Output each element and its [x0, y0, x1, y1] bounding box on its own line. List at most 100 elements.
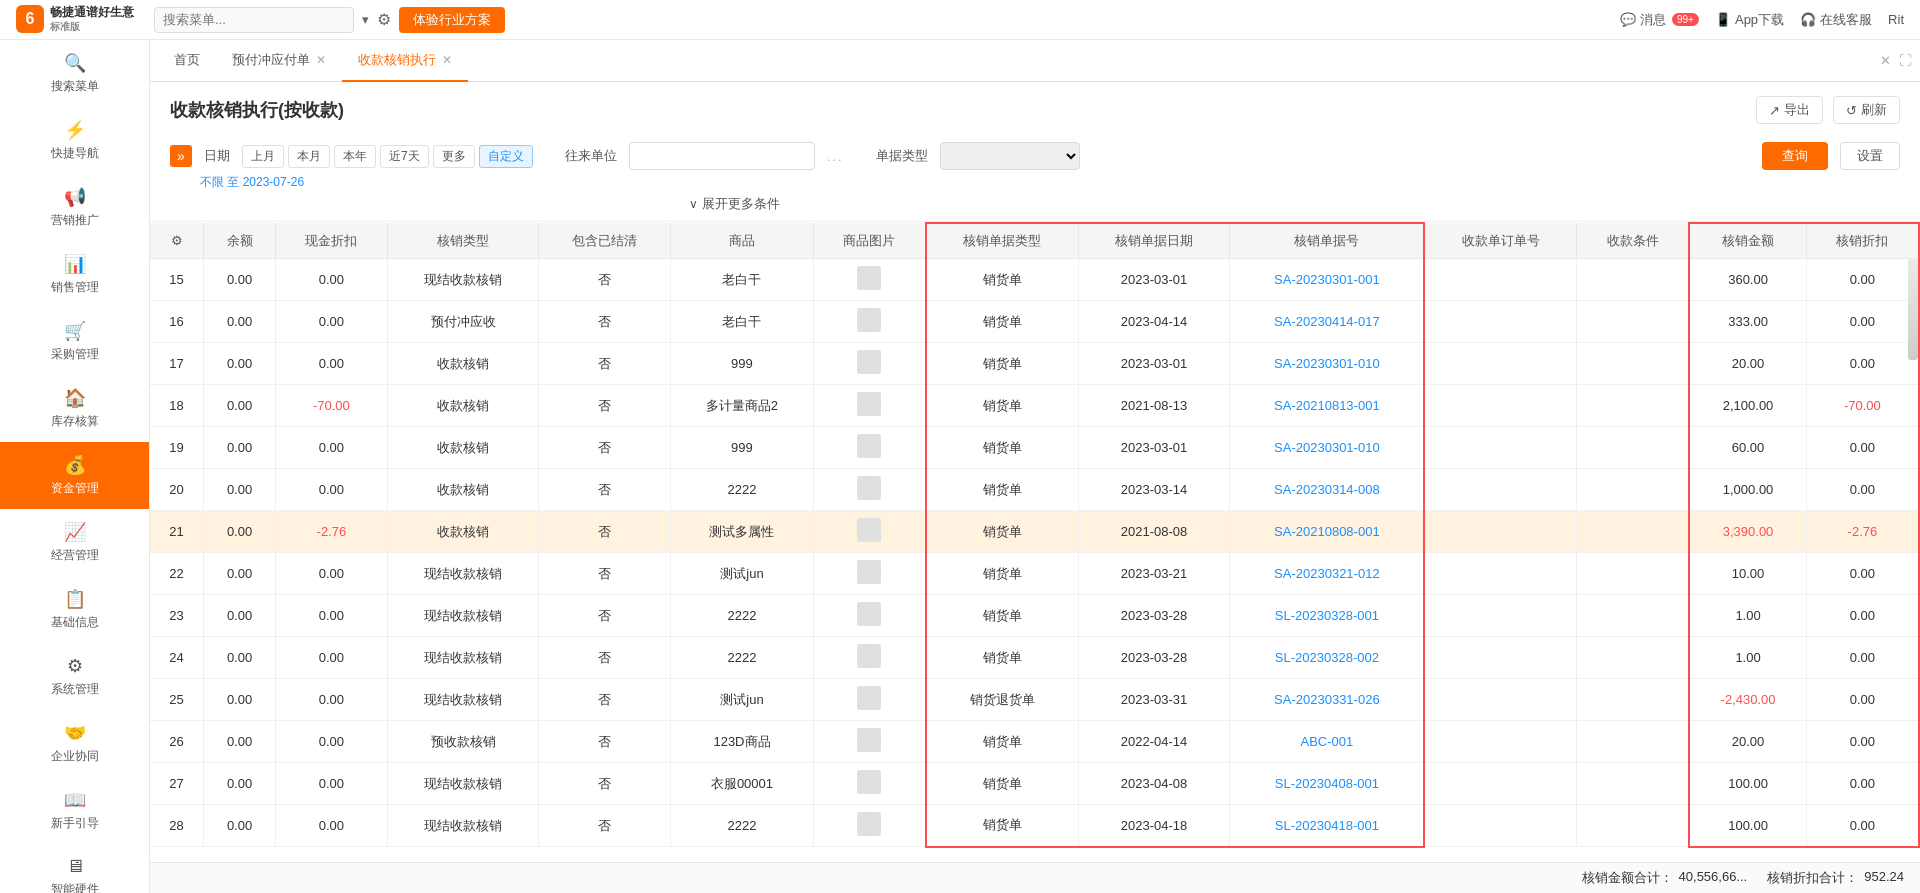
sidebar-item-operation[interactable]: 📈 经营管理 — [0, 509, 149, 576]
export-button[interactable]: ↗ 导出 — [1756, 96, 1823, 124]
date-btn-more[interactable]: 更多 — [433, 145, 475, 168]
data-table: ⚙ 余额 现金折扣 核销类型 包含已结清 商品 商品图片 核销单据类型 核销单据… — [150, 222, 1920, 848]
cell-writeoff-date: 2023-03-01 — [1078, 259, 1230, 301]
cell-cash-discount: 0.00 — [276, 259, 388, 301]
dropdown-icon[interactable]: ▾ — [362, 12, 369, 27]
cell-goods: 老白干 — [671, 301, 814, 343]
tab-writeoff-label: 收款核销执行 — [358, 51, 436, 69]
cell-balance: 0.00 — [204, 763, 276, 805]
cell-receipt-cond — [1577, 343, 1690, 385]
message-link[interactable]: 💬 消息 99+ — [1620, 11, 1699, 29]
cell-writeoff-amt: 100.00 — [1689, 763, 1806, 805]
industry-btn[interactable]: 体验行业方案 — [399, 7, 505, 33]
tab-expand-icon[interactable]: ⛶ — [1899, 53, 1912, 68]
cell-receipt-cond — [1577, 595, 1690, 637]
app-download-link[interactable]: 📱 App下载 — [1715, 11, 1784, 29]
cell-writeoff-type: 销货单 — [926, 637, 1078, 679]
cell-receipt-cond — [1577, 553, 1690, 595]
sidebar-item-quicknav[interactable]: ⚡ 快捷导航 — [0, 107, 149, 174]
cell-goods-img — [813, 469, 926, 511]
date-btn-7days[interactable]: 近7天 — [380, 145, 429, 168]
col-seq: ⚙ — [150, 223, 204, 259]
receipt-type-select[interactable] — [940, 142, 1080, 170]
tab-writeoff-close[interactable]: ✕ — [442, 53, 452, 67]
from-unit-input[interactable] — [629, 142, 815, 170]
sidebar-item-marketing[interactable]: 📢 营销推广 — [0, 174, 149, 241]
page-content: 收款核销执行(按收款) ↗ 导出 ↺ 刷新 » 日期 — [150, 82, 1920, 893]
sidebar-item-search[interactable]: 🔍 搜索菜单 — [0, 40, 149, 107]
user-label[interactable]: Rit — [1888, 12, 1904, 27]
cell-settled: 否 — [539, 553, 671, 595]
cell-cash-discount: 0.00 — [276, 553, 388, 595]
cell-writeoff-type: 销货单 — [926, 343, 1078, 385]
cell-goods: 2222 — [671, 595, 814, 637]
date-btn-this-year[interactable]: 本年 — [334, 145, 376, 168]
date-btn-this-month[interactable]: 本月 — [288, 145, 330, 168]
tab-prepay[interactable]: 预付冲应付单 ✕ — [216, 40, 342, 82]
cell-goods: 老白干 — [671, 259, 814, 301]
col-writeoff-no: 核销单据号 — [1230, 223, 1425, 259]
cell-writeoff-amt: -2,430.00 — [1689, 679, 1806, 721]
cell-seq: 18 — [150, 385, 204, 427]
table-container[interactable]: ⚙ 余额 现金折扣 核销类型 包含已结清 商品 商品图片 核销单据类型 核销单据… — [150, 222, 1920, 862]
date-btn-custom[interactable]: 自定义 — [479, 145, 533, 168]
sidebar-item-basic[interactable]: 📋 基础信息 — [0, 576, 149, 643]
goods-image — [857, 392, 881, 416]
sidebar-item-collab[interactable]: 🤝 企业协同 — [0, 710, 149, 777]
table-row: 200.000.00收款核销否2222销货单2023-03-14SA-20230… — [150, 469, 1919, 511]
sidebar-item-inventory[interactable]: 🏠 库存核算 — [0, 375, 149, 442]
table-row: 230.000.00现结收款核销否2222销货单2023-03-28SL-202… — [150, 595, 1919, 637]
cell-writeoff-date: 2021-08-13 — [1078, 385, 1230, 427]
cell-balance: 0.00 — [204, 427, 276, 469]
cell-writeoff-amt: 60.00 — [1689, 427, 1806, 469]
table-row: 190.000.00收款核销否999销货单2023-03-01SA-202303… — [150, 427, 1919, 469]
cell-writeoff-discount: 0.00 — [1806, 679, 1919, 721]
cell-writeoff-date: 2023-03-31 — [1078, 679, 1230, 721]
cell-cash-discount: 0.00 — [276, 343, 388, 385]
online-service-link[interactable]: 🎧 在线客服 — [1800, 11, 1872, 29]
expand-more-btn[interactable]: ∨ 展开更多条件 — [170, 195, 1900, 213]
col-cash-discount: 现金折扣 — [276, 223, 388, 259]
cell-receipt-order-no — [1424, 679, 1576, 721]
refresh-label: 刷新 — [1861, 101, 1887, 119]
tab-writeoff[interactable]: 收款核销执行 ✕ — [342, 40, 468, 82]
page-title: 收款核销执行(按收款) — [170, 98, 344, 122]
tab-home[interactable]: 首页 — [158, 40, 216, 82]
goods-image — [857, 644, 881, 668]
col-goods-img: 商品图片 — [813, 223, 926, 259]
setting-button[interactable]: 设置 — [1840, 142, 1900, 170]
cell-receipt-order-no — [1424, 301, 1576, 343]
cell-receipt-order-no — [1424, 553, 1576, 595]
sidebar-item-purchase[interactable]: 🛒 采购管理 — [0, 308, 149, 375]
cell-writeoff-amt: 3,390.00 — [1689, 511, 1806, 553]
cell-seq: 22 — [150, 553, 204, 595]
cell-balance: 0.00 — [204, 553, 276, 595]
cell-writeoff-no: SL-20230418-001 — [1230, 805, 1425, 847]
sidebar-item-finance[interactable]: 💰 资金管理 — [0, 442, 149, 509]
sidebar-item-guide[interactable]: 📖 新手引导 — [0, 777, 149, 844]
cell-type: 现结收款核销 — [387, 637, 539, 679]
tab-prepay-close[interactable]: ✕ — [316, 53, 326, 67]
total-discount-item: 核销折扣合计： 952.24 — [1767, 869, 1904, 887]
query-button[interactable]: 查询 — [1762, 142, 1828, 170]
filter-area: » 日期 上月 本月 本年 近7天 更多 自定义 往来单位 ... — [150, 134, 1920, 222]
cell-writeoff-no: SA-20230301-010 — [1230, 427, 1425, 469]
cell-receipt-cond — [1577, 637, 1690, 679]
basic-icon: 📋 — [64, 588, 86, 610]
cell-settled: 否 — [539, 595, 671, 637]
date-btn-last-month[interactable]: 上月 — [242, 145, 284, 168]
cell-goods: 2222 — [671, 637, 814, 679]
search-input[interactable] — [154, 7, 354, 33]
tab-bar-right: ✕ ⛶ — [1880, 53, 1912, 68]
refresh-button[interactable]: ↺ 刷新 — [1833, 96, 1900, 124]
cell-goods-img — [813, 385, 926, 427]
sidebar-label-guide: 新手引导 — [51, 815, 99, 832]
filter-arrow-btn[interactable]: » — [170, 145, 192, 167]
gear-icon[interactable]: ⚙ — [377, 10, 391, 29]
date-filter-label: 日期 — [204, 147, 230, 165]
sidebar-item-system[interactable]: ⚙ 系统管理 — [0, 643, 149, 710]
tab-close-all-icon[interactable]: ✕ — [1880, 53, 1891, 68]
sidebar-item-hardware[interactable]: 🖥 智能硬件 — [0, 844, 149, 893]
table-row: 270.000.00现结收款核销否衣服00001销货单2023-04-08SL-… — [150, 763, 1919, 805]
sidebar-item-sales[interactable]: 📊 销售管理 — [0, 241, 149, 308]
